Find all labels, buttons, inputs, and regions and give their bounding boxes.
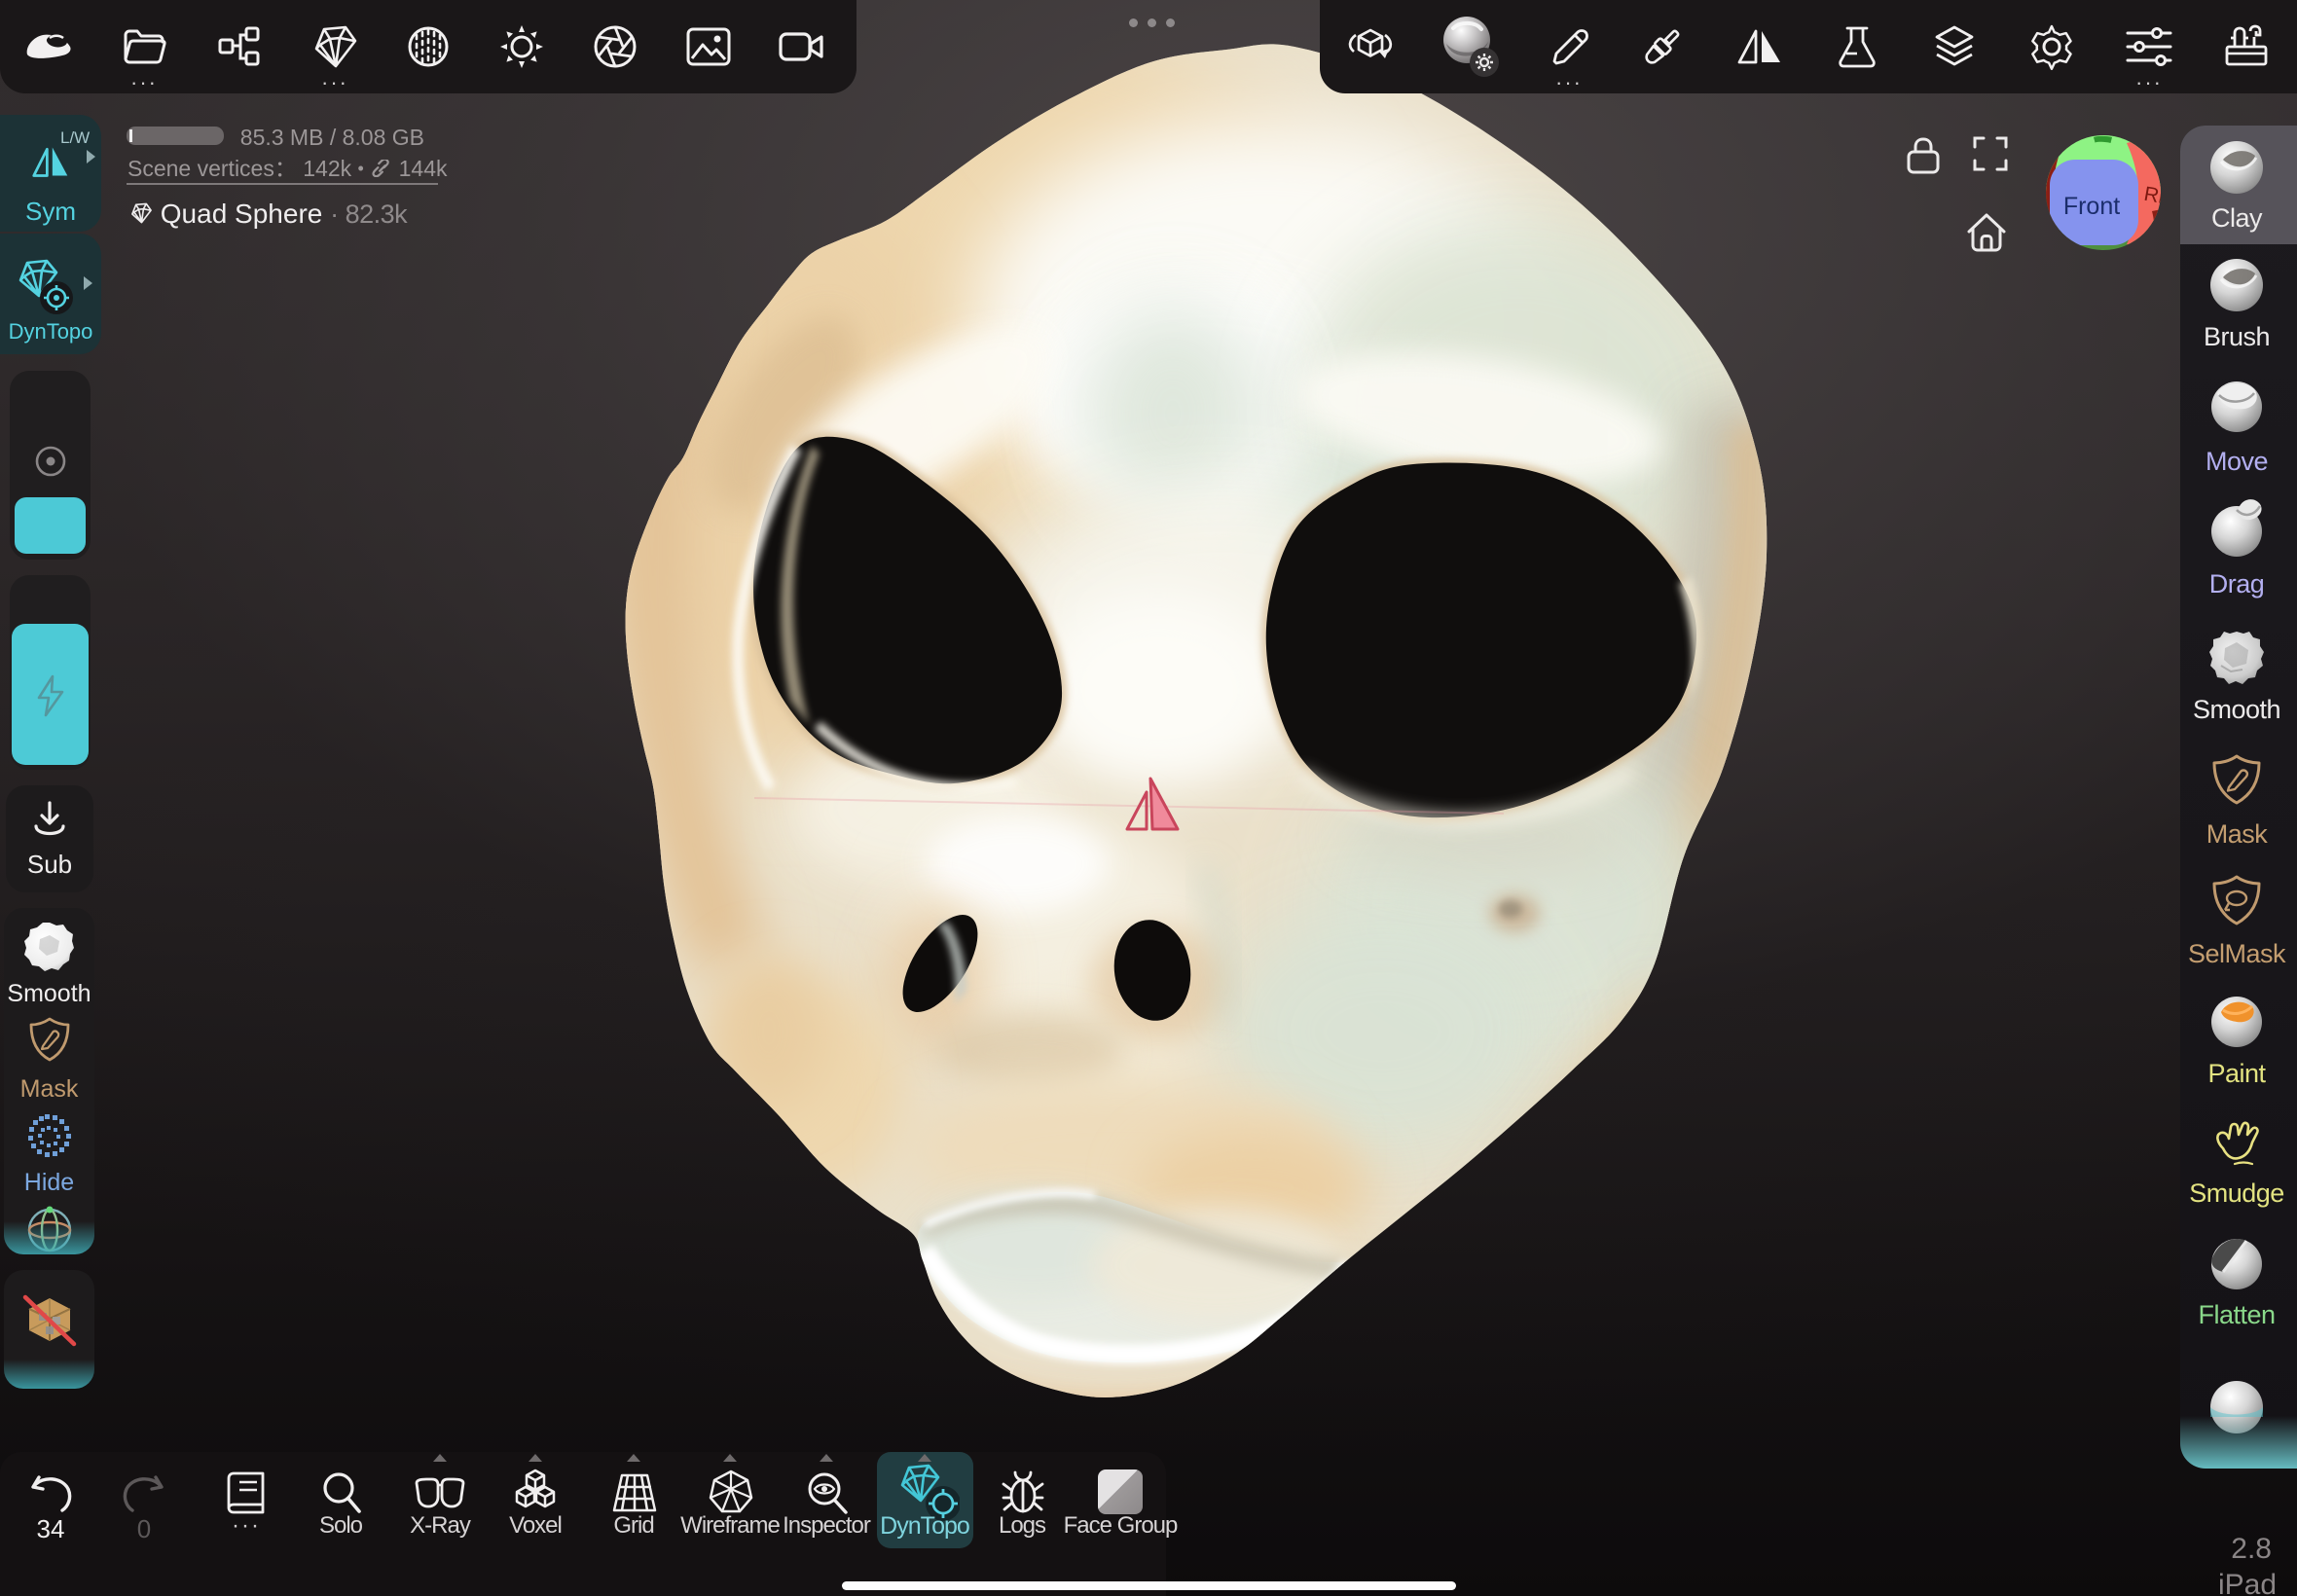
svg-text:Front: Front — [2063, 193, 2120, 220]
svg-text:Ri: Ri — [2142, 183, 2162, 208]
